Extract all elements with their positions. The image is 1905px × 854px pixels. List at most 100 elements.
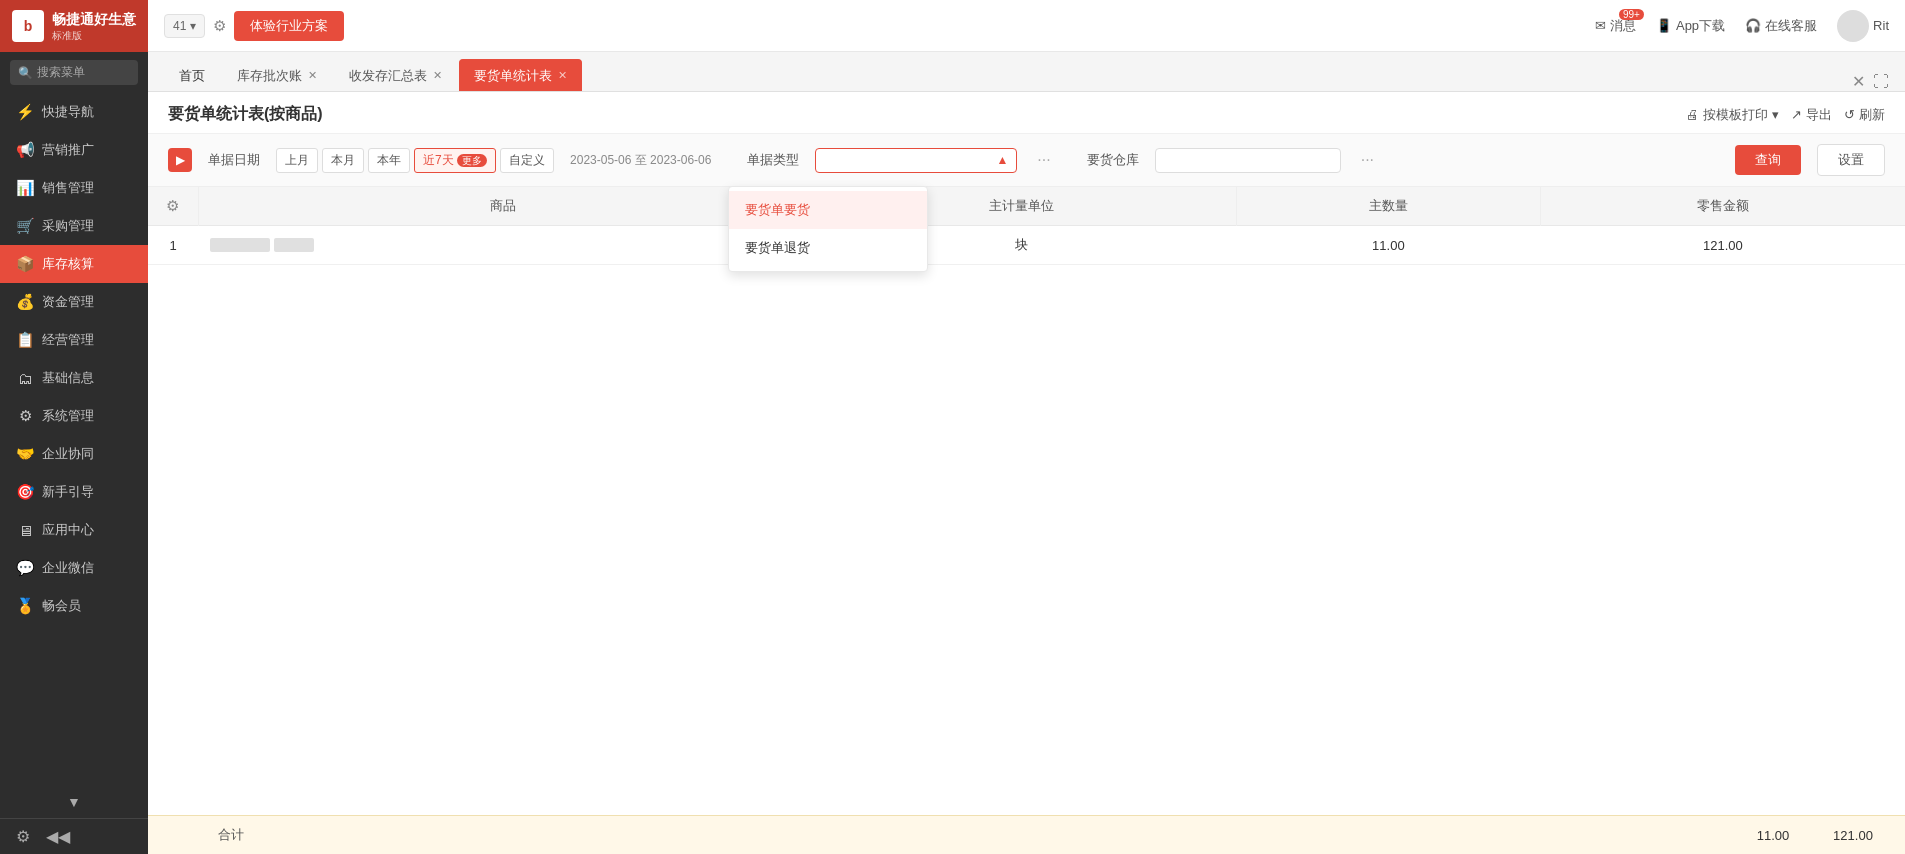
- sidebar-item-marketing[interactable]: 📢 营销推广: [0, 131, 148, 169]
- refresh-icon: ↺: [1844, 107, 1855, 122]
- page-actions: 🖨 按模板打印 ▾ ↗ 导出 ↺ 刷新: [1686, 106, 1885, 124]
- sidebar-item-system[interactable]: ⚙ 系统管理: [0, 397, 148, 435]
- product-placeholder-2: [274, 238, 314, 252]
- tab-inventory-batch[interactable]: 库存批次账 ✕: [222, 59, 332, 91]
- sidebar-scroll-down-btn[interactable]: ▼: [0, 786, 148, 818]
- online-service-btn[interactable]: 🎧 在线客服: [1745, 17, 1817, 35]
- td-index: 1: [148, 226, 198, 265]
- logo-icon: b: [12, 10, 44, 42]
- sidebar-item-purchase[interactable]: 🛒 采购管理: [0, 207, 148, 245]
- tab-home[interactable]: 首页: [164, 59, 220, 91]
- export-icon: ↗: [1791, 107, 1802, 122]
- collapse-icon[interactable]: ◀◀: [46, 827, 70, 846]
- sidebar-item-member[interactable]: 🏅 畅会员: [0, 587, 148, 625]
- tab-close-icon[interactable]: ✕: [433, 69, 442, 82]
- settings-icon[interactable]: ⚙: [16, 827, 30, 846]
- query-btn[interactable]: 查询: [1735, 145, 1801, 175]
- footer-quantity: 11.00: [1733, 828, 1813, 843]
- tab-close-all-icon[interactable]: ✕: [1852, 72, 1865, 91]
- member-icon: 🏅: [16, 597, 34, 615]
- sidebar-item-wechat[interactable]: 💬 企业微信: [0, 549, 148, 587]
- dropdown-item-return[interactable]: 要货单退货: [729, 229, 927, 267]
- tab-order-stats[interactable]: 要货单统计表 ✕: [459, 59, 582, 91]
- sidebar-bottom: ⚙ ◀◀: [0, 818, 148, 854]
- sidebar-item-inventory[interactable]: 📦 库存核算: [0, 245, 148, 283]
- date-btn-7days[interactable]: 近7天 更多: [414, 148, 496, 173]
- type-select-arrow-icon[interactable]: ▲: [996, 153, 1008, 167]
- more-badge: 更多: [457, 154, 487, 167]
- guide-icon: 🎯: [16, 483, 34, 501]
- finance-icon: 💰: [16, 293, 34, 311]
- phone-icon: 📱: [1656, 18, 1672, 33]
- warehouse-input[interactable]: [1155, 148, 1341, 173]
- sidebar-search[interactable]: 🔍 搜索菜单: [10, 60, 138, 85]
- td-amount: 121.00: [1541, 226, 1905, 265]
- sidebar-item-enterprise[interactable]: 🤝 企业协同: [0, 435, 148, 473]
- wechat-icon: 💬: [16, 559, 34, 577]
- page-title: 要货单统计表(按商品): [168, 104, 323, 125]
- table-row: 1 块 11.00 121.00: [148, 226, 1905, 265]
- date-btn-custom[interactable]: 自定义: [500, 148, 554, 173]
- date-btn-prev-month[interactable]: 上月: [276, 148, 318, 173]
- logo-text: 畅捷通好生意 标准版: [52, 10, 136, 41]
- filter-more-icon[interactable]: ···: [1037, 151, 1050, 169]
- footer-label: 合计: [210, 826, 410, 844]
- tab-receive-summary[interactable]: 收发存汇总表 ✕: [334, 59, 457, 91]
- sidebar-item-guide[interactable]: 🎯 新手引导: [0, 473, 148, 511]
- avatar: [1837, 10, 1869, 42]
- top-bar-left: 41 ▾ ⚙ 体验行业方案: [164, 11, 344, 41]
- export-btn[interactable]: ↗ 导出: [1791, 106, 1832, 124]
- print-dropdown-icon: ▾: [1772, 107, 1779, 122]
- basic-icon: 🗂: [16, 369, 34, 387]
- app-center-icon: 🖥: [16, 521, 34, 539]
- date-btn-this-year[interactable]: 本年: [368, 148, 410, 173]
- warehouse-more-icon[interactable]: ···: [1361, 151, 1374, 169]
- sales-icon: 📊: [16, 179, 34, 197]
- top-bar-right: ✉ 消息 99+ 📱 App下载 🎧 在线客服 Rit: [1595, 10, 1889, 42]
- td-product: [198, 226, 807, 265]
- print-icon: 🖨: [1686, 107, 1699, 122]
- sidebar-item-basic[interactable]: 🗂 基础信息: [0, 359, 148, 397]
- warehouse-label: 要货仓库: [1087, 151, 1139, 169]
- page-header: 要货单统计表(按商品) 🖨 按模板打印 ▾ ↗ 导出 ↺ 刷新: [148, 92, 1905, 134]
- quick-nav-icon: ⚡: [16, 103, 34, 121]
- message-badge: 99+: [1619, 9, 1644, 20]
- th-amount: 零售金额: [1541, 187, 1905, 226]
- dropdown-item-order[interactable]: 要货单要货: [729, 191, 927, 229]
- user-avatar-area[interactable]: Rit: [1837, 10, 1889, 42]
- type-dropdown: 要货单要货 要货单退货: [728, 186, 928, 272]
- print-btn[interactable]: 🖨 按模板打印 ▾: [1686, 106, 1779, 124]
- sidebar: b 畅捷通好生意 标准版 🔍 搜索菜单 ⚡ 快捷导航 📢 营销推广 📊 销售管理…: [0, 0, 148, 854]
- type-select-wrap[interactable]: ▲: [815, 148, 1017, 173]
- search-icon: 🔍: [18, 66, 33, 80]
- tab-close-icon[interactable]: ✕: [308, 69, 317, 82]
- th-gear[interactable]: ⚙: [148, 187, 198, 226]
- message-icon: ✉: [1595, 18, 1606, 33]
- tab-close-icon[interactable]: ✕: [558, 69, 567, 82]
- setting-btn[interactable]: 设置: [1817, 144, 1885, 176]
- tab-expand: ✕ ⛶: [1852, 72, 1889, 91]
- sidebar-item-finance[interactable]: 💰 资金管理: [0, 283, 148, 321]
- table-footer: 合计 11.00 121.00: [148, 815, 1905, 854]
- version-selector[interactable]: 41 ▾: [164, 14, 205, 38]
- sidebar-item-sales[interactable]: 📊 销售管理: [0, 169, 148, 207]
- gear-icon[interactable]: ⚙: [213, 17, 226, 35]
- footer-amount: 121.00: [1813, 828, 1893, 843]
- type-input[interactable]: [824, 153, 992, 168]
- industry-btn[interactable]: 体验行业方案: [234, 11, 344, 41]
- chevron-down-icon: ▾: [190, 19, 196, 33]
- sidebar-item-operations[interactable]: 📋 经营管理: [0, 321, 148, 359]
- filter-expand-btn[interactable]: ▶: [168, 148, 192, 172]
- headset-icon: 🎧: [1745, 18, 1761, 33]
- sidebar-item-quick-nav[interactable]: ⚡ 快捷导航: [0, 93, 148, 131]
- app-download-btn[interactable]: 📱 App下载: [1656, 17, 1725, 35]
- tab-bar: 首页 库存批次账 ✕ 收发存汇总表 ✕ 要货单统计表 ✕ ✕ ⛶: [148, 52, 1905, 92]
- data-table: ⚙ 商品 主计量单位 主数量 零售金额 1: [148, 187, 1905, 265]
- gear-col-icon[interactable]: ⚙: [166, 197, 179, 214]
- refresh-btn[interactable]: ↺ 刷新: [1844, 106, 1885, 124]
- tab-expand-icon[interactable]: ⛶: [1873, 73, 1889, 91]
- th-product: 商品: [198, 187, 807, 226]
- sidebar-item-app-center[interactable]: 🖥 应用中心: [0, 511, 148, 549]
- date-btn-this-month[interactable]: 本月: [322, 148, 364, 173]
- messages-btn[interactable]: ✉ 消息 99+: [1595, 17, 1636, 35]
